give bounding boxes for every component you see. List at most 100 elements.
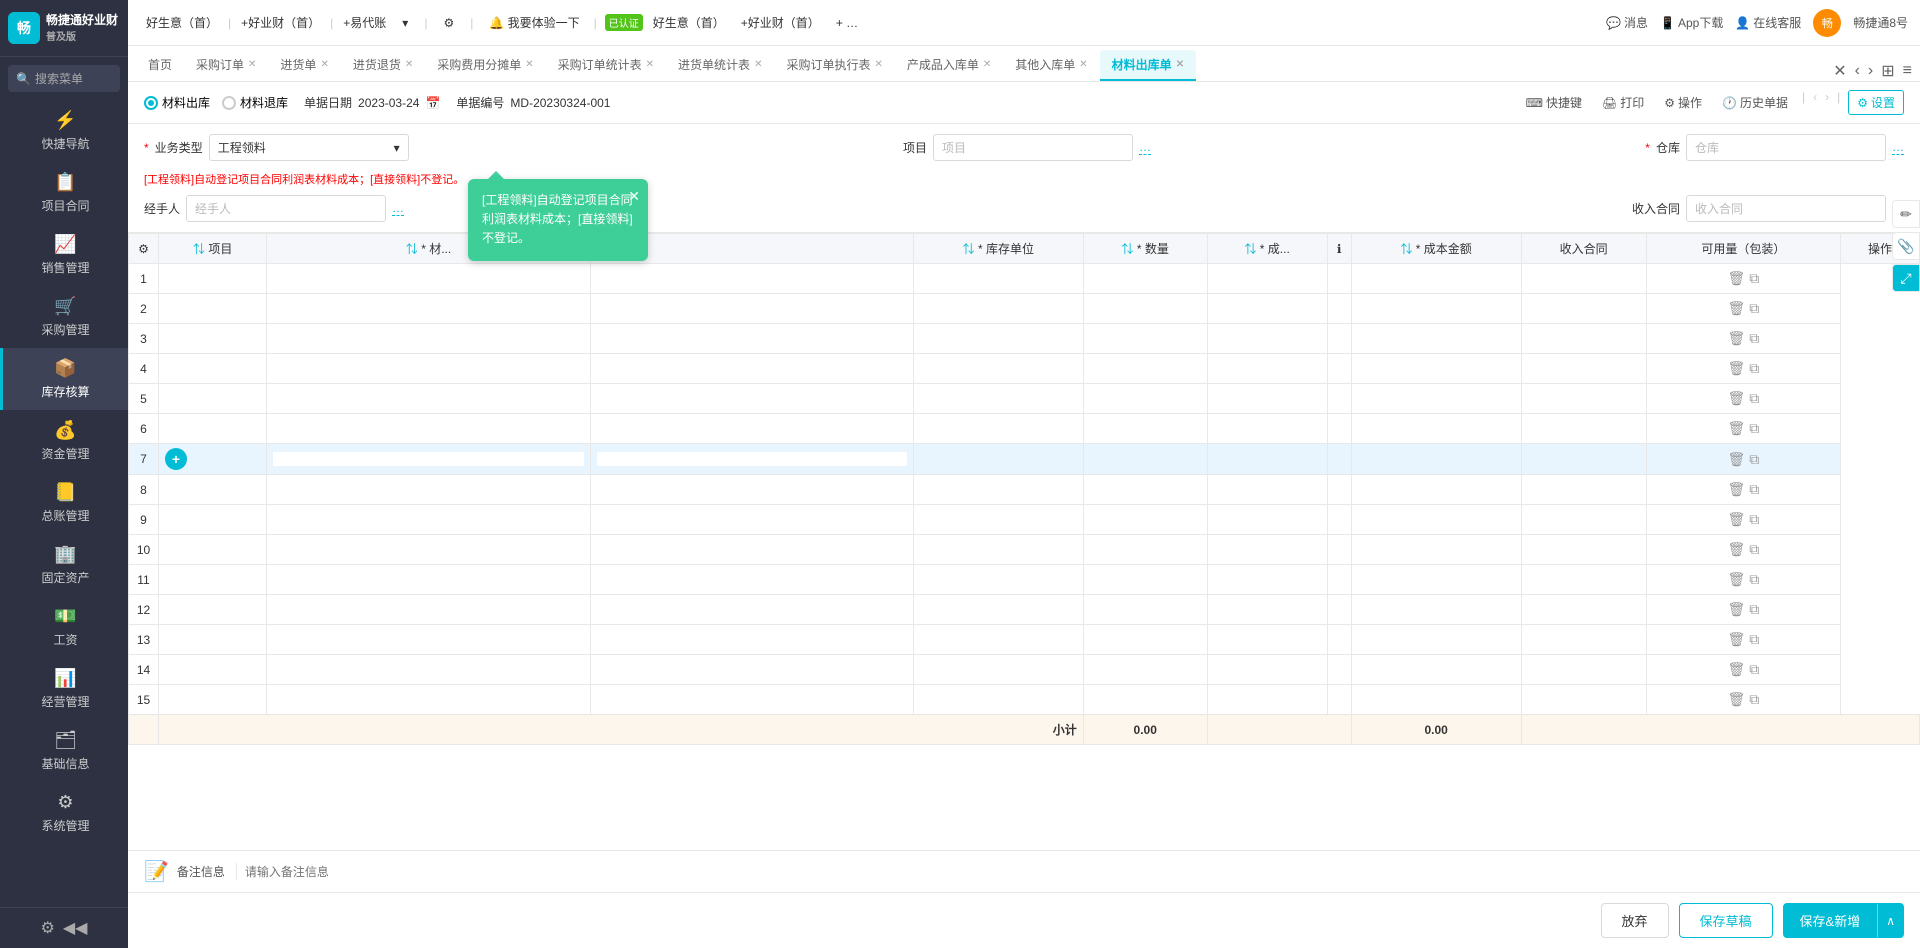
delete-row-button[interactable]: 🗑 <box>1727 511 1745 528</box>
tabbar-next-button[interactable]: › <box>1868 62 1873 80</box>
tab-close-product-inbound[interactable]: ✕ <box>983 59 991 70</box>
tabbar-grid-button[interactable]: ⊞ <box>1881 61 1894 81</box>
tab-close-other-inbound[interactable]: ✕ <box>1079 59 1087 70</box>
topbar-settings-icon[interactable]: ⚙ <box>437 14 460 32</box>
topbar-nav-haoyecai[interactable]: +好业财（首） <box>235 12 326 33</box>
topbar-nav-haoshengyi[interactable]: 好生意（首） <box>140 12 224 33</box>
tab-other-inbound[interactable]: 其他入库单 ✕ <box>1003 50 1099 81</box>
tab-close-inbound-stats[interactable]: ✕ <box>754 59 762 70</box>
business-type-input[interactable]: 工程领料 ▾ <box>209 134 409 161</box>
topbar-nav-yidaizhang[interactable]: +易代账 <box>337 12 392 33</box>
topbar-app-button[interactable]: 📱 App下载 <box>1660 14 1723 31</box>
copy-row-button[interactable]: ⧉ <box>1749 420 1759 437</box>
copy-row-button[interactable]: ⧉ <box>1749 390 1759 407</box>
topbar-haoshengyi2[interactable]: 好生意（首） <box>647 12 731 33</box>
delete-row-button[interactable]: 🗑 <box>1727 300 1745 317</box>
sidebar-item-shortcut[interactable]: ⚡ 快捷导航 <box>0 100 128 162</box>
copy-row-button[interactable]: ⧉ <box>1749 571 1759 588</box>
delete-row-button[interactable]: 🗑 <box>1727 270 1745 287</box>
settings-button[interactable]: ⚙ 设置 <box>1848 90 1904 115</box>
copy-row-button[interactable]: ⧉ <box>1749 360 1759 377</box>
delete-row-button[interactable]: 🗑 <box>1727 420 1745 437</box>
topbar-message-button[interactable]: 💬 消息 <box>1606 14 1648 31</box>
topbar-nav-dropdown[interactable]: ▾ <box>396 14 414 32</box>
sidebar-item-inventory[interactable]: 📦 库存核算 <box>0 348 128 410</box>
warehouse-more-link[interactable]: … <box>1892 140 1904 155</box>
tabbar-list-button[interactable]: ≡ <box>1903 62 1912 80</box>
right-edit-icon[interactable]: ✏ <box>1892 200 1920 228</box>
tab-close-material-outbound[interactable]: ✕ <box>1176 59 1184 70</box>
right-expand-icon[interactable]: ⤢ <box>1892 264 1920 292</box>
sidebar-item-operations[interactable]: 📊 经营管理 <box>0 658 128 720</box>
copy-row-button[interactable]: ⧉ <box>1749 631 1759 648</box>
tab-purchase-exec[interactable]: 采购订单执行表 ✕ <box>774 50 894 81</box>
table-container[interactable]: ⚙ ⇅ 项目 ⇅ * 材... ⇅ * 库存单位 <box>128 233 1920 850</box>
tab-close-inbound[interactable]: ✕ <box>320 59 328 70</box>
user-avatar[interactable]: 畅 <box>1813 9 1841 37</box>
sidebar-item-base[interactable]: 🗂 基础信息 <box>0 720 128 782</box>
sidebar-item-purchase[interactable]: 🛒 采购管理 <box>0 286 128 348</box>
tooltip-close-button[interactable]: ✕ <box>628 185 640 207</box>
sidebar-item-project[interactable]: 📋 项目合同 <box>0 162 128 224</box>
notes-input[interactable] <box>245 865 1904 879</box>
tab-close-inbound-return[interactable]: ✕ <box>405 59 413 70</box>
handler-more-link[interactable]: … <box>392 201 404 216</box>
copy-row-button[interactable]: ⧉ <box>1749 481 1759 498</box>
copy-row-button[interactable]: ⧉ <box>1749 601 1759 618</box>
tab-home[interactable]: 首页 <box>136 50 184 81</box>
sidebar-settings-button[interactable]: ⚙ <box>41 918 55 938</box>
copy-row-button[interactable]: ⧉ <box>1749 691 1759 708</box>
income-contract-input[interactable]: 收入合同 <box>1686 195 1886 222</box>
save-new-arrow-button[interactable]: ∧ <box>1877 903 1904 938</box>
delete-row-button[interactable]: 🗑 <box>1727 691 1745 708</box>
warehouse-input[interactable]: 仓库 <box>1686 134 1886 161</box>
history-action-button[interactable]: 🕐 历史单据 <box>1716 90 1794 115</box>
sidebar-item-payroll[interactable]: 💵 工资 <box>0 596 128 658</box>
sidebar-item-ledger[interactable]: 📒 总账管理 <box>0 472 128 534</box>
project-more-link[interactable]: … <box>1139 140 1151 155</box>
delete-row-button[interactable]: 🗑 <box>1727 661 1745 678</box>
tab-purchase-stats[interactable]: 采购订单统计表 ✕ <box>546 50 666 81</box>
sidebar-search[interactable]: 🔍 搜索菜单 <box>8 65 120 92</box>
copy-row-button[interactable]: ⧉ <box>1749 541 1759 558</box>
handler-input[interactable]: 经手人 <box>186 195 386 222</box>
project-input[interactable]: 项目 <box>933 134 1133 161</box>
copy-row-button[interactable]: ⧉ <box>1749 270 1759 287</box>
tab-purchase-expense[interactable]: 采购费用分摊单 ✕ <box>425 50 545 81</box>
tabbar-close-button[interactable]: ✕ <box>1833 61 1846 81</box>
print-action-button[interactable]: 🖨 打印 <box>1596 90 1650 115</box>
save-new-button[interactable]: 保存&新增 <box>1783 903 1878 938</box>
topbar-haoyecai2[interactable]: +好业财（首） <box>735 12 826 33</box>
copy-row-button[interactable]: ⧉ <box>1749 451 1759 468</box>
sidebar-collapse-button[interactable]: ◀◀ <box>63 918 88 938</box>
delete-row-button[interactable]: 🗑 <box>1727 541 1745 558</box>
topbar-more[interactable]: + … <box>830 14 864 32</box>
copy-row-button[interactable]: ⧉ <box>1749 661 1759 678</box>
shortcut-action-button[interactable]: ⌨ 快捷键 <box>1520 90 1588 115</box>
tab-close-purchase-order[interactable]: ✕ <box>248 59 256 70</box>
add-row-button[interactable]: + <box>165 448 187 470</box>
tab-product-inbound[interactable]: 产成品入库单 ✕ <box>895 50 1003 81</box>
delete-row-button[interactable]: 🗑 <box>1727 451 1745 468</box>
delete-row-button[interactable]: 🗑 <box>1727 601 1745 618</box>
delete-row-button[interactable]: 🗑 <box>1727 390 1745 407</box>
tab-material-outbound[interactable]: 材料出库单 ✕ <box>1100 50 1196 81</box>
tab-inbound[interactable]: 进货单 ✕ <box>268 50 340 81</box>
delete-row-button[interactable]: 🗑 <box>1727 360 1745 377</box>
tab-close-purchase-exec[interactable]: ✕ <box>874 59 882 70</box>
delete-row-button[interactable]: 🗑 <box>1727 481 1745 498</box>
tab-inbound-stats[interactable]: 进货单统计表 ✕ <box>666 50 774 81</box>
delete-row-button[interactable]: 🗑 <box>1727 571 1745 588</box>
delete-row-button[interactable]: 🗑 <box>1727 631 1745 648</box>
sidebar-item-finance[interactable]: 💰 资金管理 <box>0 410 128 472</box>
copy-row-button[interactable]: ⧉ <box>1749 330 1759 347</box>
tab-inbound-return[interactable]: 进货退货 ✕ <box>341 50 425 81</box>
tab-purchase-order[interactable]: 采购订单 ✕ <box>184 50 268 81</box>
copy-row-button[interactable]: ⧉ <box>1749 511 1759 528</box>
sidebar-item-assets[interactable]: 🏢 固定资产 <box>0 534 128 596</box>
topbar-service-button[interactable]: 👤 在线客服 <box>1735 14 1801 31</box>
save-draft-button[interactable]: 保存草稿 <box>1679 903 1773 938</box>
tab-close-purchase-expense[interactable]: ✕ <box>525 59 533 70</box>
date-picker-icon[interactable]: 📅 <box>425 96 440 110</box>
tabbar-prev-button[interactable]: ‹ <box>1855 62 1860 80</box>
